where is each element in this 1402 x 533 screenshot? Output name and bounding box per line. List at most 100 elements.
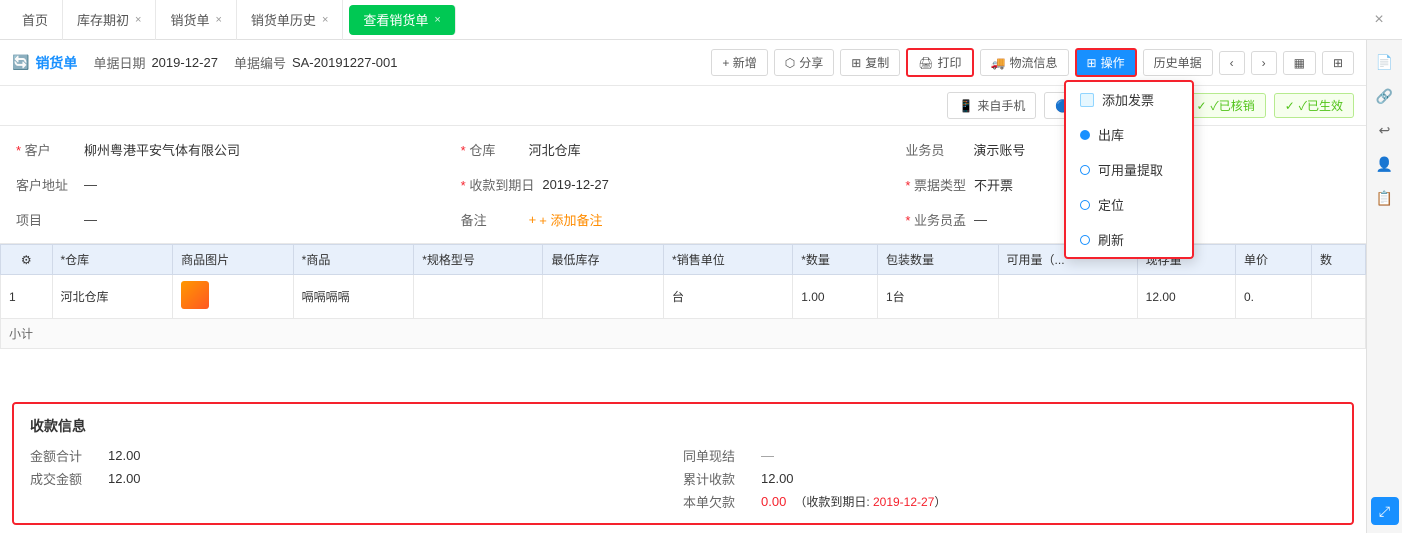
employee-label: 业务员 [905,140,965,159]
col-pkg-qty: 包装数量 [877,245,998,275]
tab-view-sales-order-close[interactable]: × [434,14,440,26]
menu-item-locate[interactable]: 定位 [1066,187,1192,222]
refresh-circle-icon [1080,235,1090,245]
project-row: 项目 — [16,206,461,233]
due-date-label: 收款到期日 [461,175,535,194]
table-row: 1 河北仓库 嗝嗝嗝嗝 台 1.00 1台 12 [1,275,1366,319]
menu-item-add-invoice[interactable]: 添加发票 [1066,82,1192,117]
grid1-button[interactable]: ▦ [1283,51,1316,75]
menu-item-add-invoice-label: 添加发票 [1102,90,1154,109]
product-thumbnail [181,281,209,309]
row-qty: 1.00 [793,275,878,319]
sidebar-icon-link[interactable]: 🔗 [1371,82,1399,110]
share-icon: ⬡ [785,56,795,70]
row-min-stock [543,275,664,319]
payment-title: 收款信息 [30,416,1336,436]
tab-inventory-init-label: 库存期初 [77,10,129,29]
locate-circle-icon [1080,200,1090,210]
prev-button[interactable]: ‹ [1219,51,1245,75]
note-label: 备注 [461,210,521,229]
row-pkg-qty: 1台 [877,275,998,319]
sidebar-icon-doc[interactable]: 📄 [1371,48,1399,76]
address-row: 客户地址 — [16,171,461,198]
tab-home[interactable]: 首页 [8,0,63,40]
invoice-value: 不开票 [974,175,1013,194]
window-close-button[interactable]: × [1364,5,1394,35]
same-order-value: — [761,448,774,463]
right-sidebar: 📄 🔗 ↩ 👤 📋 ⤢ [1366,40,1402,533]
add-button[interactable]: + 新增 [711,49,767,76]
menu-item-outbound-label: 出库 [1098,125,1124,144]
row-price: 0. [1235,275,1311,319]
print-icon: 🖨 [918,56,933,70]
plus-icon: + [529,212,537,227]
col-price: 单价 [1235,245,1311,275]
col-settings[interactable]: ⚙ [1,245,53,275]
tab-sales-history-close[interactable]: × [322,14,328,26]
total-amount-value: 12.00 [108,448,141,463]
col-product: *商品 [293,245,414,275]
meta-date-value: 2019-12-27 [151,55,218,70]
total-amount-label: 金额合计 [30,446,100,465]
sidebar-icon-user[interactable]: 👤 [1371,150,1399,178]
menu-item-outbound[interactable]: 出库 [1066,117,1192,152]
row-img [173,275,294,319]
mobile-icon: 📱 [958,99,973,113]
address-value: — [84,177,97,192]
warehouse-row: 仓库 河北仓库 [461,136,906,163]
copy-button[interactable]: ⊞ 复制 [840,49,900,76]
due-date-row: 收款到期日 2019-12-27 [461,171,906,198]
tab-sales-order[interactable]: 销货单 × [156,0,236,40]
tab-sales-order-label: 销货单 [170,10,209,29]
history-button[interactable]: 历史单据 [1143,49,1213,76]
mobile-button[interactable]: 📱 来自手机 [947,92,1036,119]
doc-icon: 🔄 [12,54,29,71]
effective-badge[interactable]: ✓ ✓已生效 [1274,93,1354,118]
ops-button[interactable]: ⊞ 操作 [1075,48,1137,77]
due-date-value: 2019-12-27 [542,177,609,192]
tab-inventory-init-close[interactable]: × [135,14,141,26]
salesman-label: 业务员孟 [905,210,966,229]
sidebar-icon-expand[interactable]: ⤢ [1371,497,1399,525]
meta-no-value: SA-20191227-001 [292,55,398,70]
tab-inventory-init[interactable]: 库存期初 × [63,0,156,40]
share-button[interactable]: ⬡ 分享 [774,49,835,76]
cancelled-badge[interactable]: ✓ ✓已核销 [1185,93,1265,118]
total-amount-row: 金额合计 12.00 [30,446,683,465]
tab-view-sales-order[interactable]: 查看销货单 × [349,5,455,35]
row-warehouse: 河北仓库 [52,275,173,319]
meta-date-label: 单据日期 [93,53,145,72]
product-table: ⚙ *仓库 商品图片 *商品 *规格型号 最低库存 *销售单位 *数量 包装数量… [0,244,1366,349]
row-no: 1 [1,275,53,319]
tab-sales-history[interactable]: 销货单历史 × [237,0,343,40]
menu-item-refresh-label: 刷新 [1098,230,1124,249]
col-amount: 数 [1312,245,1366,275]
ops-icon: ⊞ [1087,56,1097,70]
meta-no-label: 单据编号 [234,53,286,72]
effective-check-icon: ✓ [1285,99,1295,113]
add-note-button[interactable]: + + 添加备注 [529,210,603,229]
deal-amount-label: 成交金额 [30,469,100,488]
menu-item-available-label: 可用量提取 [1098,160,1163,179]
menu-item-refresh[interactable]: 刷新 [1066,222,1192,257]
row-spec [414,275,543,319]
logistics-button[interactable]: 🚚 物流信息 [980,49,1069,76]
sidebar-icon-copy2[interactable]: 📋 [1371,184,1399,212]
menu-item-available[interactable]: 可用量提取 [1066,152,1192,187]
ops-dropdown-menu: 添加发票 出库 可用量提取 定位 [1064,80,1194,259]
grid2-button[interactable]: ⊞ [1322,51,1354,75]
warehouse-value: 河北仓库 [529,140,581,159]
customer-row: 客户 柳州粤港平安气体有限公司 [16,136,461,163]
doc-title-label: 销货单 [35,53,77,73]
product-table-wrapper: ⚙ *仓库 商品图片 *商品 *规格型号 最低库存 *销售单位 *数量 包装数量… [0,244,1366,394]
row-product: 嗝嗝嗝嗝 [293,275,414,319]
outstanding-label: 本单欠款 [683,492,753,511]
total-received-row: 累计收款 12.00 [683,469,1336,488]
subtotal-label: 小计 [1,319,1366,349]
tab-sales-order-close[interactable]: × [215,14,221,26]
next-button[interactable]: › [1251,51,1277,75]
row-stock: 12.00 [1137,275,1235,319]
sidebar-icon-back[interactable]: ↩ [1371,116,1399,144]
outstanding-value: 0.00 [761,494,786,509]
print-button[interactable]: 🖨 打印 [906,48,973,77]
